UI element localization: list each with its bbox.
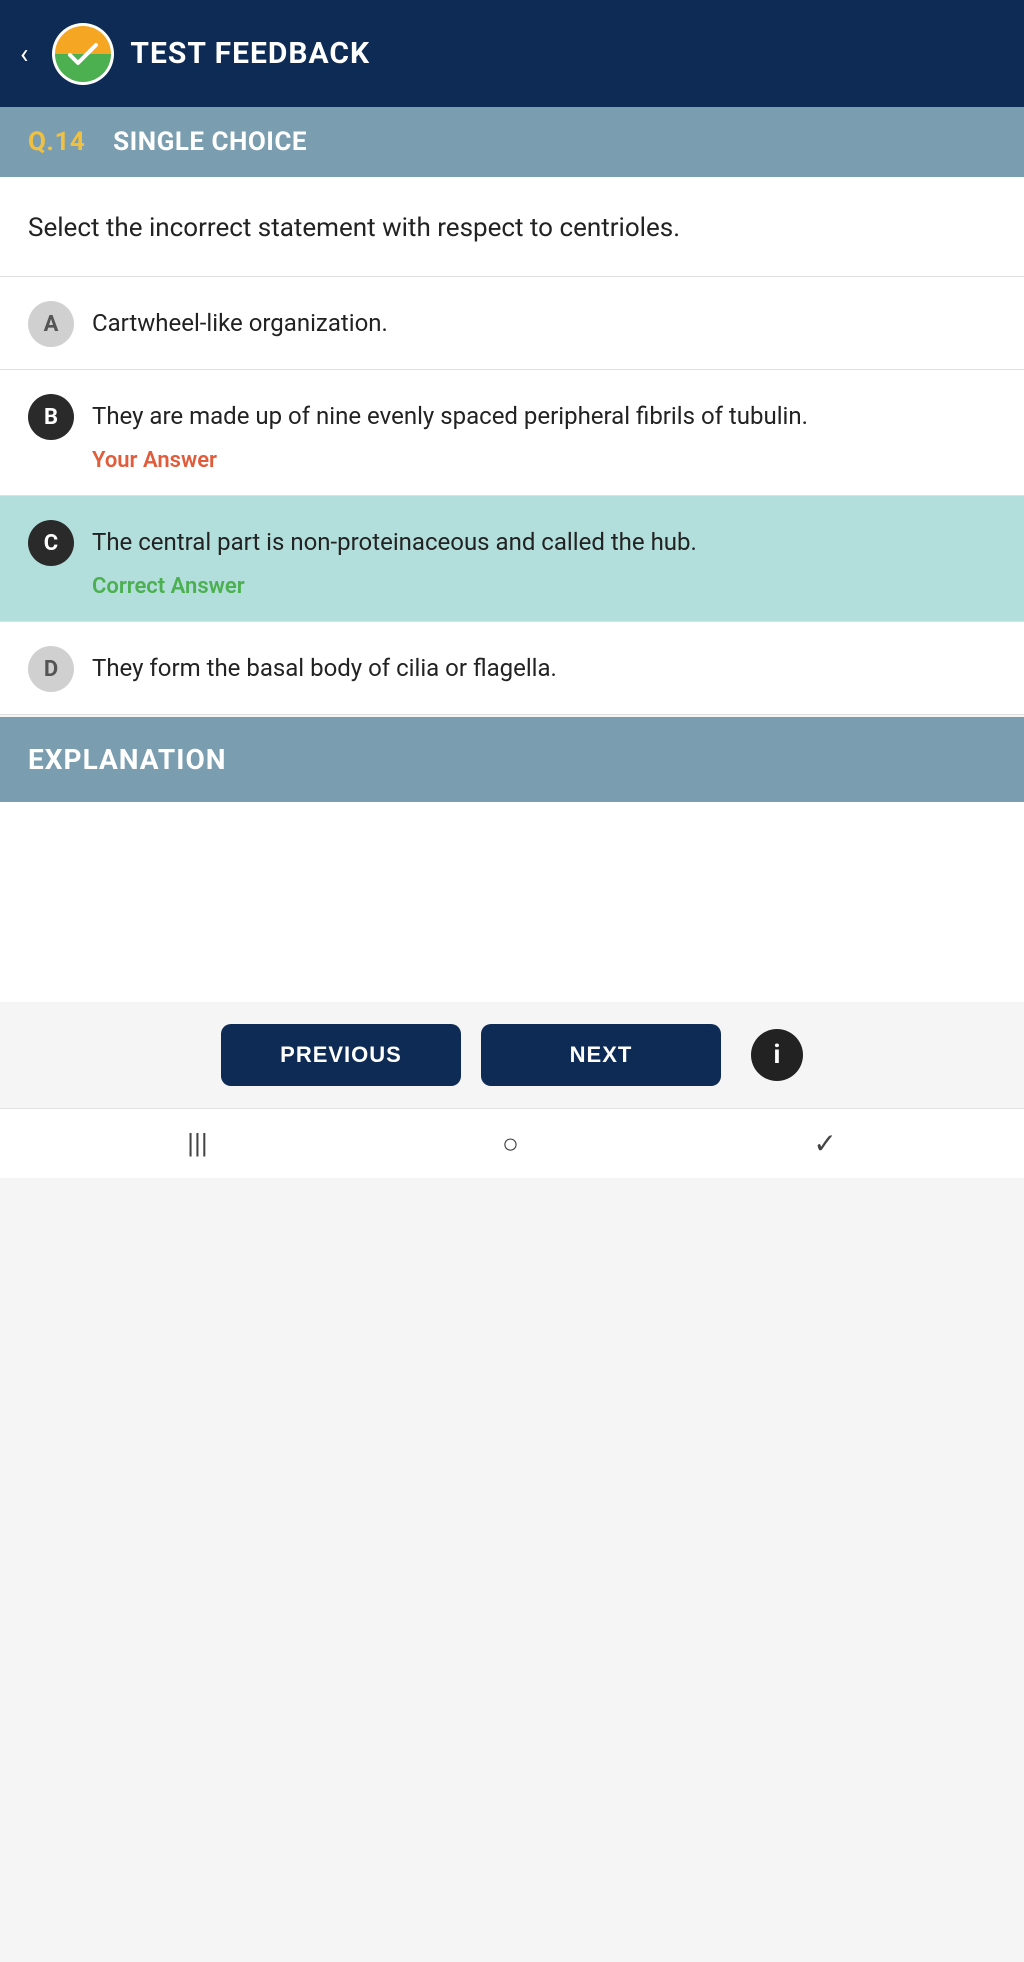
header: ‹ TEST FEEDBACK: [0, 0, 1024, 107]
option-text-c: The central part is non-proteinaceous an…: [92, 518, 697, 560]
logo-icon: [52, 23, 114, 85]
correct-answer-label: Correct Answer: [92, 574, 996, 599]
next-button[interactable]: NEXT: [481, 1024, 721, 1086]
option-row-c[interactable]: C The central part is non-proteinaceous …: [0, 496, 1024, 622]
option-row-b[interactable]: B They are made up of nine evenly spaced…: [0, 370, 1024, 496]
option-row-d[interactable]: D They form the basal body of cilia or f…: [0, 622, 1024, 715]
info-button[interactable]: i: [751, 1029, 803, 1081]
option-row-a[interactable]: A Cartwheel-like organization.: [0, 277, 1024, 370]
question-type: SINGLE CHOICE: [113, 127, 307, 157]
option-bubble-b: B: [28, 394, 74, 440]
your-answer-label: Your Answer: [92, 448, 996, 473]
previous-button[interactable]: PREVIOUS: [221, 1024, 461, 1086]
home-icon: ○: [502, 1127, 519, 1160]
option-text-b: They are made up of nine evenly spaced p…: [92, 392, 808, 434]
option-bubble-d: D: [28, 646, 74, 692]
question-area: Select the incorrect statement with resp…: [0, 177, 1024, 277]
system-bar: ||| ○ ✓: [0, 1108, 1024, 1178]
question-number: Q.14: [28, 127, 85, 157]
option-bubble-a: A: [28, 301, 74, 347]
explanation-content: [0, 802, 1024, 1002]
option-text-d: They form the basal body of cilia or fla…: [92, 644, 557, 686]
menu-icon: |||: [187, 1127, 208, 1160]
option-bubble-c: C: [28, 520, 74, 566]
option-text-a: Cartwheel-like organization.: [92, 299, 388, 341]
question-type-bar: Q.14 SINGLE CHOICE: [0, 107, 1024, 177]
header-title: TEST FEEDBACK: [130, 36, 370, 71]
back-sys-icon: ✓: [813, 1127, 836, 1160]
explanation-title: EXPLANATION: [28, 743, 996, 776]
question-text: Select the incorrect statement with resp…: [28, 209, 996, 248]
explanation-bar: EXPLANATION: [0, 717, 1024, 802]
back-button[interactable]: ‹: [20, 36, 36, 72]
bottom-nav: PREVIOUS NEXT i: [0, 1002, 1024, 1108]
